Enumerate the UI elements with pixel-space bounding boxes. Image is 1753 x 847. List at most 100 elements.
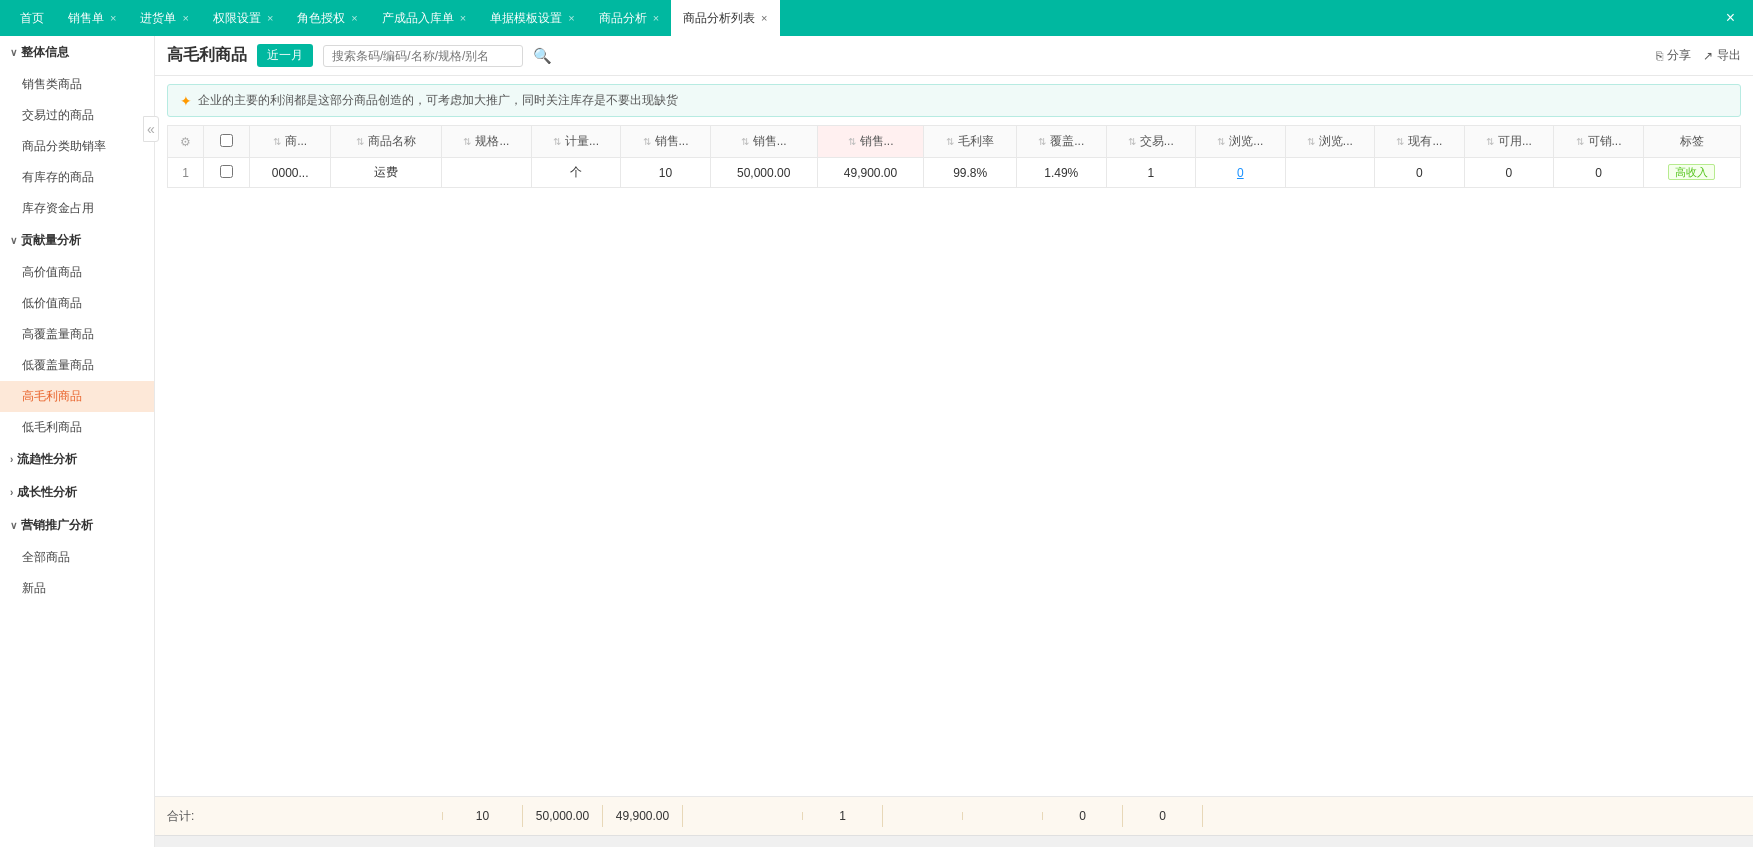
- nav-sales-order[interactable]: 销售单 ×: [56, 0, 128, 36]
- sidebar-item-all-goods[interactable]: 全部商品: [0, 542, 154, 573]
- nav-close-analysis[interactable]: ×: [653, 12, 659, 24]
- resize-icon-avail: ⇅: [1486, 136, 1494, 147]
- row-checkbox[interactable]: [220, 165, 233, 178]
- search-input[interactable]: [323, 45, 523, 67]
- col-browse1[interactable]: ⇅浏览...: [1196, 126, 1286, 158]
- table-row: 1 0000... 运费 个 10 50,000.00 49,900.00 99…: [168, 158, 1741, 188]
- group-arrow-contribution: ∨: [10, 235, 17, 246]
- content-header: 高毛利商品 近一月 🔍 ⎘ 分享 ↗ 导出: [155, 36, 1753, 76]
- nav-product-inbound[interactable]: 产成品入库单 ×: [370, 0, 478, 36]
- data-table-wrapper[interactable]: ⚙ ⇅商... ⇅商品名称 ⇅规格... ⇅计量... ⇅销售... ⇅销售..…: [167, 125, 1741, 796]
- nav-permission-settings[interactable]: 权限设置 ×: [201, 0, 285, 36]
- resize-icon: ⇅: [273, 136, 281, 147]
- export-button[interactable]: ↗ 导出: [1703, 47, 1741, 64]
- sidebar-collapse-button[interactable]: «: [143, 116, 159, 142]
- horizontal-scrollbar[interactable]: [155, 835, 1753, 847]
- col-unit[interactable]: ⇅计量...: [531, 126, 621, 158]
- col-current[interactable]: ⇅现有...: [1375, 126, 1465, 158]
- period-button[interactable]: 近一月: [257, 44, 313, 67]
- nav-purchase-order[interactable]: 进货单 ×: [128, 0, 200, 36]
- col-transaction[interactable]: ⇅交易...: [1106, 126, 1196, 158]
- nav-product-analysis[interactable]: 商品分析 ×: [587, 0, 671, 36]
- footer-available: 0: [1123, 805, 1203, 827]
- search-icon[interactable]: 🔍: [533, 47, 552, 65]
- group-arrow-overall: ∨: [10, 47, 17, 58]
- page-title: 高毛利商品: [167, 45, 247, 66]
- group-arrow-marketing: ∨: [10, 520, 17, 531]
- col-browse2[interactable]: ⇅浏览...: [1285, 126, 1375, 158]
- col-sales-profit[interactable]: ⇅销售...: [817, 126, 924, 158]
- sidebar-group-trend[interactable]: › 流趋性分析: [0, 443, 154, 476]
- share-button[interactable]: ⎘ 分享: [1656, 47, 1691, 64]
- col-tag[interactable]: 标签: [1643, 126, 1740, 158]
- cell-browse1[interactable]: 0: [1196, 158, 1286, 188]
- cell-sales-qty: 10: [621, 158, 711, 188]
- col-code[interactable]: ⇅商...: [249, 126, 330, 158]
- col-gross-margin[interactable]: ⇅毛利率: [924, 126, 1017, 158]
- nav-role-auth[interactable]: 角色授权 ×: [285, 0, 369, 36]
- col-sales-amount[interactable]: ⇅销售...: [710, 126, 817, 158]
- cell-transaction: 1: [1106, 158, 1196, 188]
- sidebar-item-new-goods[interactable]: 新品: [0, 573, 154, 604]
- sidebar-item-low-coverage[interactable]: 低覆盖量商品: [0, 350, 154, 381]
- footer-sales-profit: 49,900.00: [603, 805, 683, 827]
- nav-close-sales[interactable]: ×: [110, 12, 116, 24]
- top-navigation: 首页 销售单 × 进货单 × 权限设置 × 角色授权 × 产成品入库单 × 单据…: [0, 0, 1753, 36]
- cell-checkbox[interactable]: [204, 158, 250, 188]
- sidebar-item-sales-goods[interactable]: 销售类商品: [0, 69, 154, 100]
- footer-spacer: [223, 812, 443, 820]
- sidebar-group-growth[interactable]: › 成长性分析: [0, 476, 154, 509]
- resize-icon-amount: ⇅: [741, 136, 749, 147]
- col-available[interactable]: ⇅可用...: [1464, 126, 1554, 158]
- footer-spacer4: [963, 812, 1043, 820]
- nav-close-permission[interactable]: ×: [267, 12, 273, 24]
- window-close-button[interactable]: ×: [1716, 9, 1745, 27]
- footer-label: 合计:: [167, 808, 207, 825]
- sidebar-item-high-margin[interactable]: 高毛利商品: [0, 381, 154, 412]
- cell-gross-margin: 99.8%: [924, 158, 1017, 188]
- footer-total-row: 合计: 10 50,000.00 49,900.00 1 0 0: [155, 796, 1753, 835]
- resize-icon-br1: ⇅: [1217, 136, 1225, 147]
- resize-icon-unit: ⇅: [553, 136, 561, 147]
- nav-template-settings[interactable]: 单据模板设置 ×: [478, 0, 586, 36]
- sidebar-group-overall[interactable]: ∨ 整体信息: [0, 36, 154, 69]
- sidebar-item-inventory-capital[interactable]: 库存资金占用: [0, 193, 154, 224]
- info-icon: ✦: [180, 93, 192, 109]
- nav-home[interactable]: 首页: [8, 0, 56, 36]
- sidebar-item-category-sales-rate[interactable]: 商品分类助销率: [0, 131, 154, 162]
- nav-close-template[interactable]: ×: [568, 12, 574, 24]
- cell-num: 1: [168, 158, 204, 188]
- col-sellable[interactable]: ⇅可销...: [1554, 126, 1644, 158]
- nav-close-inbound[interactable]: ×: [460, 12, 466, 24]
- nav-close-analysis-list[interactable]: ×: [761, 12, 767, 24]
- resize-icon-br2: ⇅: [1307, 136, 1315, 147]
- data-table: ⚙ ⇅商... ⇅商品名称 ⇅规格... ⇅计量... ⇅销售... ⇅销售..…: [167, 125, 1741, 188]
- sidebar-item-low-value[interactable]: 低价值商品: [0, 288, 154, 319]
- col-spec[interactable]: ⇅规格...: [442, 126, 532, 158]
- col-sales-qty[interactable]: ⇅销售...: [621, 126, 711, 158]
- sidebar-group-contribution[interactable]: ∨ 贡献量分析: [0, 224, 154, 257]
- content-area: 高毛利商品 近一月 🔍 ⎘ 分享 ↗ 导出 ✦ 企业的主要的利润都是这部分商品创…: [155, 36, 1753, 847]
- sidebar-item-traded-goods[interactable]: 交易过的商品: [0, 100, 154, 131]
- col-coverage[interactable]: ⇅覆盖...: [1016, 126, 1106, 158]
- nav-analysis-list[interactable]: 商品分析列表 ×: [671, 0, 779, 36]
- cell-code: 0000...: [249, 158, 330, 188]
- sidebar-item-high-coverage[interactable]: 高覆盖量商品: [0, 319, 154, 350]
- nav-close-purchase[interactable]: ×: [182, 12, 188, 24]
- group-arrow-trend: ›: [10, 454, 13, 465]
- cell-sales-amount: 50,000.00: [710, 158, 817, 188]
- cell-current: 0: [1375, 158, 1465, 188]
- col-settings[interactable]: ⚙: [168, 126, 204, 158]
- resize-icon-gm: ⇅: [946, 136, 954, 147]
- sidebar-group-marketing[interactable]: ∨ 营销推广分析: [0, 509, 154, 542]
- cell-sellable: 0: [1554, 158, 1644, 188]
- resize-icon-cov: ⇅: [1038, 136, 1046, 147]
- col-checkbox: [204, 126, 250, 158]
- cell-spec: [442, 158, 532, 188]
- sidebar-item-stocked-goods[interactable]: 有库存的商品: [0, 162, 154, 193]
- sidebar-item-high-value[interactable]: 高价值商品: [0, 257, 154, 288]
- select-all-checkbox[interactable]: [220, 134, 233, 147]
- nav-close-role[interactable]: ×: [351, 12, 357, 24]
- col-name[interactable]: ⇅商品名称: [331, 126, 442, 158]
- sidebar-item-low-margin[interactable]: 低毛利商品: [0, 412, 154, 443]
